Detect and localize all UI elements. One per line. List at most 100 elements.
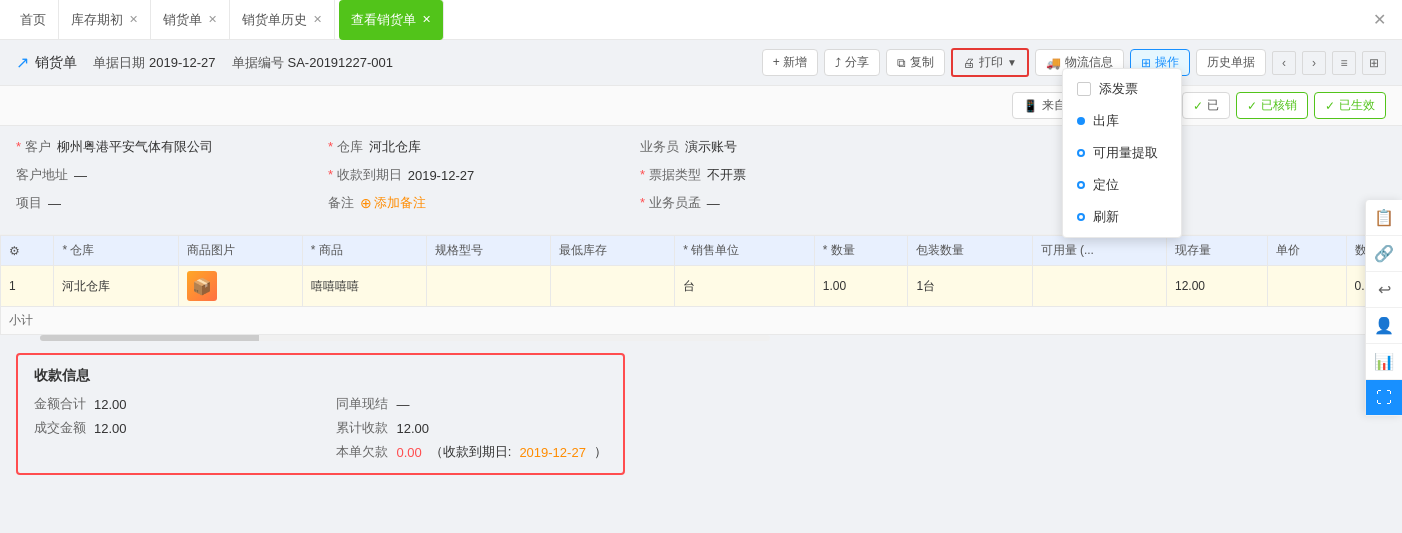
- total-value: 12.00: [94, 397, 127, 412]
- col-settings[interactable]: ⚙: [1, 236, 54, 266]
- col-unit-price: 单价: [1268, 236, 1346, 266]
- cell-index: 1: [1, 266, 54, 307]
- view-list[interactable]: ≡: [1332, 51, 1356, 75]
- dot-empty-2-icon: [1077, 181, 1085, 189]
- tab-sales-order[interactable]: 销货单 ✕: [151, 0, 230, 40]
- view-grid[interactable]: ⊞: [1362, 51, 1386, 75]
- cell-quantity: 1.00: [814, 266, 908, 307]
- prev-record[interactable]: ‹: [1272, 51, 1296, 75]
- col-product: * 商品: [302, 236, 426, 266]
- new-button[interactable]: + 新增: [762, 49, 818, 76]
- project-field: 项目 —: [16, 194, 296, 212]
- close-button[interactable]: ✕: [1365, 10, 1394, 29]
- col-product-img: 商品图片: [178, 236, 302, 266]
- side-icon-chart[interactable]: 📊: [1366, 344, 1402, 380]
- payment-arrears: [34, 443, 304, 461]
- subtotal-row: 小计: [1, 307, 1402, 335]
- dot-empty-3-icon: [1077, 213, 1085, 221]
- cell-spec: [427, 266, 551, 307]
- verified-icon: ✓: [1247, 99, 1257, 113]
- cell-product-img: 📦: [178, 266, 302, 307]
- col-stock: 现存量: [1167, 236, 1268, 266]
- operation-dropdown: 添发票 出库 可用量提取 定位 刷新: [1062, 68, 1182, 238]
- doc-header: ↗ 销货单 单据日期 2019-12-27 单据编号 SA-20191227-0…: [0, 40, 1402, 86]
- tab-home[interactable]: 首页: [8, 0, 59, 40]
- salesperson-value: 演示账号: [685, 138, 737, 156]
- payment-arrears-detail: 本单欠款 0.00 （收款到期日: 2019-12-27 ）: [336, 443, 606, 461]
- tab-close-view[interactable]: ✕: [422, 13, 431, 26]
- project-value: —: [48, 196, 61, 211]
- tab-bar: 首页 库存期初 ✕ 销货单 ✕ 销货单历史 ✕ 查看销货单 ✕ ✕: [0, 0, 1402, 40]
- side-icon-back[interactable]: ↩: [1366, 272, 1402, 308]
- arrears-value: 0.00: [396, 445, 421, 460]
- tab-sales-history[interactable]: 销货单历史 ✕: [230, 0, 335, 40]
- warehouse-value: 河北仓库: [369, 138, 421, 156]
- form-section: * * 客户客户 柳州粤港平安气体有限公司 * 仓库 河北仓库 业务员 演示账号…: [0, 126, 1402, 235]
- dropdown-outbound[interactable]: 出库: [1063, 105, 1181, 137]
- payment-date-value: 2019-12-27: [408, 168, 475, 183]
- logistics-icon: 🚚: [1046, 56, 1061, 70]
- history-button[interactable]: 历史单据: [1196, 49, 1266, 76]
- side-icon-link[interactable]: 🔗: [1366, 236, 1402, 272]
- side-icons: 📋 🔗 ↩ 👤 📊 ⛶: [1365, 200, 1402, 416]
- address-field: 客户地址 —: [16, 166, 296, 184]
- salesperson2-field: * 业务员孟 —: [640, 194, 840, 212]
- verified-button[interactable]: ✓ 已核销: [1236, 92, 1308, 119]
- payment-title: 收款信息: [34, 367, 607, 385]
- cell-stock: 12.00: [1167, 266, 1268, 307]
- doc-type-label: 销货单: [35, 54, 77, 72]
- side-icon-user[interactable]: 👤: [1366, 308, 1402, 344]
- copy-icon: ⧉: [897, 56, 906, 70]
- payment-total: 金额合计 12.00: [34, 395, 304, 413]
- checkbox-icon: [1077, 82, 1091, 96]
- warehouse-field: * 仓库 河北仓库: [328, 138, 608, 156]
- col-spec: 规格型号: [427, 236, 551, 266]
- dropdown-locate[interactable]: 定位: [1063, 169, 1181, 201]
- print-icon: 🖨: [963, 56, 975, 70]
- note-field: 备注 ⊕ 添加备注: [328, 194, 608, 212]
- payment-settlement: 同单现结 —: [336, 395, 606, 413]
- col-pack-qty: 包装数量: [908, 236, 1032, 266]
- phone-icon: 📱: [1023, 99, 1038, 113]
- col-min-stock: 最低库存: [551, 236, 675, 266]
- subtotal-label: 小计: [1, 307, 1402, 335]
- dropdown-available-qty[interactable]: 可用量提取: [1063, 137, 1181, 169]
- settlement-value: —: [396, 397, 409, 412]
- tab-close-history[interactable]: ✕: [313, 13, 322, 26]
- product-table-wrapper: ⚙ * 仓库 商品图片 * 商品 规格型号 最低库存 * 销售单位 * 数量 包…: [0, 235, 1402, 335]
- address-value: —: [74, 168, 87, 183]
- ticket-type-field: * 票据类型 不开票: [640, 166, 840, 184]
- customer-value: 柳州粤港平安气体有限公司: [57, 138, 213, 156]
- doc-meta: 单据日期 2019-12-27 单据编号 SA-20191227-001: [93, 54, 393, 72]
- payment-info: 收款信息 金额合计 12.00 同单现结 — 成交金额 12.00 累计收款 1…: [16, 353, 625, 475]
- effective-icon: ✓: [1325, 99, 1335, 113]
- product-table: ⚙ * 仓库 商品图片 * 商品 规格型号 最低库存 * 销售单位 * 数量 包…: [0, 235, 1402, 335]
- doc-number: 单据编号 SA-20191227-001: [232, 54, 394, 72]
- print-button[interactable]: 🖨 打印 ▼: [953, 50, 1027, 75]
- next-record[interactable]: ›: [1302, 51, 1326, 75]
- tab-inventory-init[interactable]: 库存期初 ✕: [59, 0, 151, 40]
- confirmed-button[interactable]: ✓ 已: [1182, 92, 1230, 119]
- share-button[interactable]: ⤴ 分享: [824, 49, 880, 76]
- copy-button[interactable]: ⧉ 复制: [886, 49, 945, 76]
- side-icon-fullscreen[interactable]: ⛶: [1366, 380, 1402, 416]
- product-image: 📦: [187, 271, 217, 301]
- print-wrap: 🖨 打印 ▼: [951, 48, 1029, 77]
- due-date-value: 2019-12-27: [519, 445, 586, 460]
- tab-view-sales[interactable]: 查看销货单 ✕: [339, 0, 444, 40]
- dropdown-refresh[interactable]: 刷新: [1063, 201, 1181, 233]
- dropdown-add-invoice[interactable]: 添发票: [1063, 73, 1181, 105]
- cumulative-value: 12.00: [396, 421, 429, 436]
- salesperson-field: 业务员 演示账号: [640, 138, 840, 156]
- col-sales-unit: * 销售单位: [675, 236, 814, 266]
- add-note-button[interactable]: ⊕ 添加备注: [360, 194, 426, 212]
- plus-icon: ⊕: [360, 195, 372, 211]
- cell-available: [1032, 266, 1166, 307]
- side-icon-doc[interactable]: 📋: [1366, 200, 1402, 236]
- cell-pack-qty: 1台: [908, 266, 1032, 307]
- payment-cumulative: 累计收款 12.00: [336, 419, 606, 437]
- cell-min-stock: [551, 266, 675, 307]
- tab-close-sales[interactable]: ✕: [208, 13, 217, 26]
- effective-button[interactable]: ✓ 已生效: [1314, 92, 1386, 119]
- tab-close-inventory[interactable]: ✕: [129, 13, 138, 26]
